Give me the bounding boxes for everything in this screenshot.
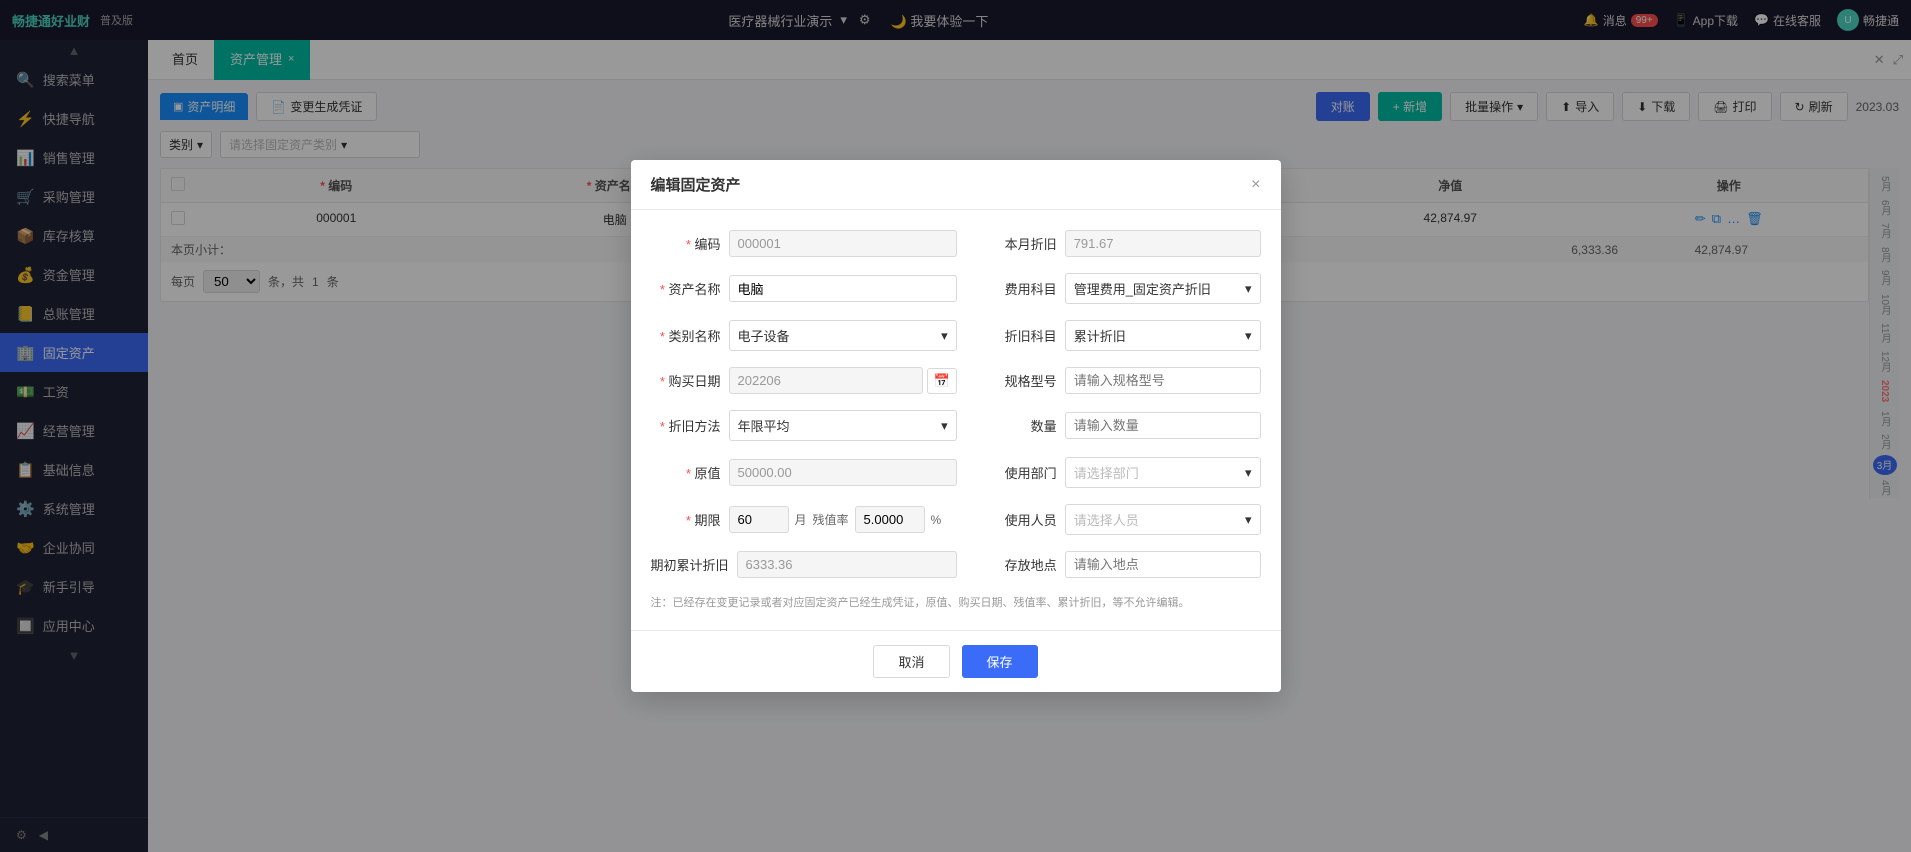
asset-name-label: 资产名称 [651, 279, 721, 298]
depreciation-subject-label: 折旧科目 [987, 326, 1057, 345]
expense-subject-value: 管理费用_固定资产折旧 [1074, 279, 1211, 298]
form-monthly-depreciation: 本月折旧 [987, 230, 1261, 257]
depreciation-subject-dropdown-icon: ▾ [1245, 328, 1252, 344]
location-label: 存放地点 [987, 555, 1057, 574]
note-text: 注：已经存在变更记录或者对应固定资产已经生成凭证，原值、购买日期、残值率、累计折… [651, 597, 1190, 609]
calendar-icon[interactable]: 📅 [927, 368, 957, 394]
form-purchase-date: 购买日期 📅 [651, 367, 957, 394]
person-placeholder: 请选择人员 [1074, 510, 1139, 529]
depreciation-method-select[interactable]: 年限平均 ▾ [729, 410, 957, 441]
monthly-depreciation-label: 本月折旧 [987, 234, 1057, 253]
modal-footer: 取消 保存 [631, 630, 1281, 692]
residual-rate-unit: % [931, 513, 942, 527]
form-depreciation-subject: 折旧科目 累计折旧 ▾ [987, 320, 1261, 351]
form-depreciation-method: 折旧方法 年限平均 ▾ [651, 410, 957, 441]
monthly-depreciation-input[interactable] [1065, 230, 1261, 257]
modal-title: 编辑固定资产 [651, 174, 741, 195]
person-select[interactable]: 请选择人员 ▾ [1065, 504, 1261, 535]
category-select[interactable]: 电子设备 ▾ [729, 320, 957, 351]
original-value-label: 原值 [651, 463, 721, 482]
form-original-value: 原值 [651, 457, 957, 488]
expense-subject-dropdown-icon: ▾ [1245, 281, 1252, 297]
form-model: 规格型号 [987, 367, 1261, 394]
modal-close-icon[interactable]: × [1251, 176, 1260, 194]
form-quantity: 数量 [987, 410, 1261, 441]
form-grid: 编码 本月折旧 资产名称 费用科目 管理费用_固定资产折旧 ▾ [651, 230, 1261, 610]
period-label: 期限 [651, 510, 721, 529]
save-button[interactable]: 保存 [962, 645, 1038, 678]
location-input[interactable] [1065, 551, 1261, 578]
dept-select[interactable]: 请选择部门 ▾ [1065, 457, 1261, 488]
initial-depreciation-label: 期初累计折旧 [651, 555, 729, 574]
modal-header: 编辑固定资产 × [631, 160, 1281, 210]
expense-subject-label: 费用科目 [987, 279, 1057, 298]
person-dropdown-icon: ▾ [1245, 512, 1252, 528]
category-value: 电子设备 [738, 326, 790, 345]
depreciation-method-label: 折旧方法 [651, 416, 721, 435]
depreciation-subject-value: 累计折旧 [1074, 326, 1126, 345]
form-code: 编码 [651, 230, 957, 257]
dept-dropdown-icon: ▾ [1245, 465, 1252, 481]
depreciation-method-dropdown-icon: ▾ [941, 418, 948, 434]
code-label: 编码 [651, 234, 721, 253]
original-value-input[interactable] [729, 459, 957, 486]
form-category: 类别名称 电子设备 ▾ [651, 320, 957, 351]
form-note: 注：已经存在变更记录或者对应固定资产已经生成凭证，原值、购买日期、残值率、累计折… [651, 594, 1261, 610]
modal-body: 编码 本月折旧 资产名称 费用科目 管理费用_固定资产折旧 ▾ [631, 210, 1281, 630]
model-input[interactable] [1065, 367, 1261, 394]
form-person: 使用人员 请选择人员 ▾ [987, 504, 1261, 535]
asset-name-input[interactable] [729, 275, 957, 302]
cancel-button[interactable]: 取消 [873, 645, 949, 678]
category-dropdown-icon: ▾ [941, 328, 948, 344]
code-input[interactable] [729, 230, 957, 257]
depreciation-subject-select[interactable]: 累计折旧 ▾ [1065, 320, 1261, 351]
initial-depreciation-input[interactable] [737, 551, 957, 578]
dept-label: 使用部门 [987, 463, 1057, 482]
depreciation-method-value: 年限平均 [738, 416, 790, 435]
modal-overlay: 编辑固定资产 × 编码 本月折旧 资产名称 [0, 0, 1911, 852]
form-period: 期限 月 残值率 % [651, 504, 957, 535]
purchase-date-input[interactable] [729, 367, 923, 394]
residual-rate-input[interactable] [855, 506, 925, 533]
form-asset-name: 资产名称 [651, 273, 957, 304]
quantity-label: 数量 [987, 416, 1057, 435]
period-input[interactable] [729, 506, 789, 533]
person-label: 使用人员 [987, 510, 1057, 529]
expense-subject-select[interactable]: 管理费用_固定资产折旧 ▾ [1065, 273, 1261, 304]
form-initial-depreciation: 期初累计折旧 [651, 551, 957, 578]
purchase-date-label: 购买日期 [651, 371, 721, 390]
dept-placeholder: 请选择部门 [1074, 463, 1139, 482]
form-dept: 使用部门 请选择部门 ▾ [987, 457, 1261, 488]
edit-asset-modal: 编辑固定资产 × 编码 本月折旧 资产名称 [631, 160, 1281, 692]
quantity-input[interactable] [1065, 412, 1261, 439]
residual-rate-label: 残值率 [813, 511, 849, 528]
form-expense-subject: 费用科目 管理费用_固定资产折旧 ▾ [987, 273, 1261, 304]
form-location: 存放地点 [987, 551, 1261, 578]
period-unit: 月 [795, 511, 807, 528]
category-label: 类别名称 [651, 326, 721, 345]
model-label: 规格型号 [987, 371, 1057, 390]
